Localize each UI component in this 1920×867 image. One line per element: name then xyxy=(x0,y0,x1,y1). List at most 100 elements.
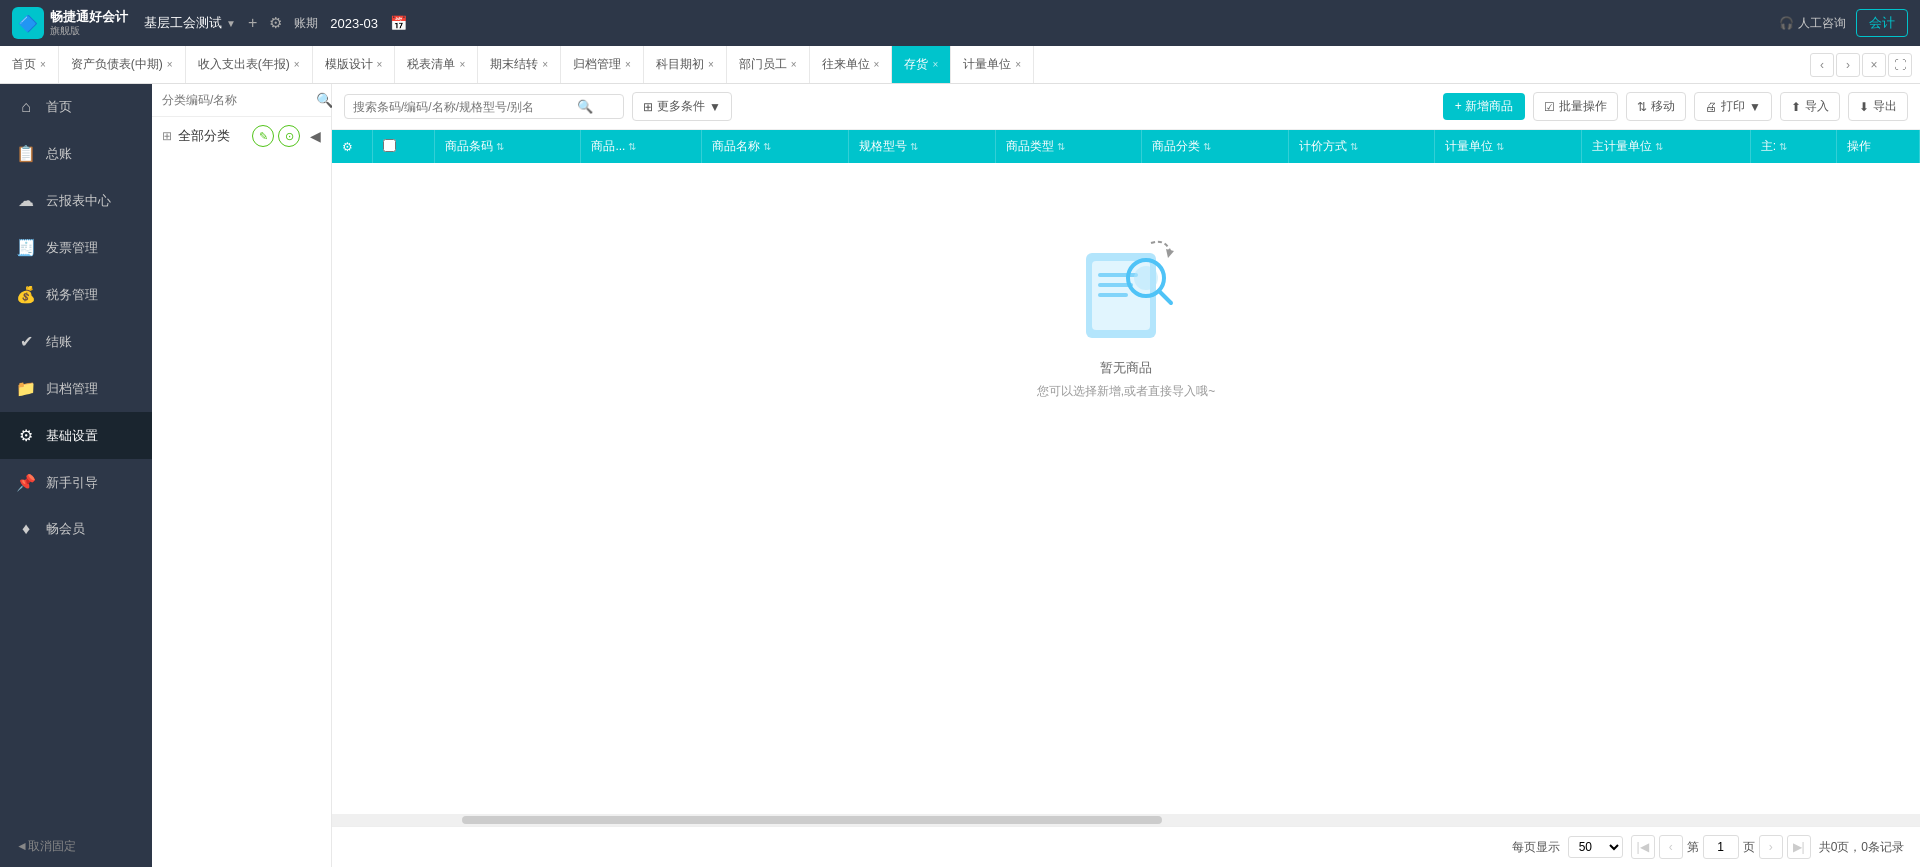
tab-template[interactable]: 模版设计 × xyxy=(313,46,396,83)
export-icon: ⬇ xyxy=(1859,100,1869,114)
page-last-button[interactable]: ▶| xyxy=(1787,835,1811,859)
tab-inventory[interactable]: 存货 × xyxy=(892,46,951,83)
tab-home-close[interactable]: × xyxy=(40,59,46,70)
period-label: 账期 xyxy=(294,15,318,32)
tab-income[interactable]: 收入支出表(年报) × xyxy=(186,46,313,83)
col-name[interactable]: 商品名称⇅ xyxy=(702,130,849,163)
account-button[interactable]: 会计 xyxy=(1856,9,1908,37)
col-main-extra[interactable]: 主:⇅ xyxy=(1750,130,1837,163)
tab-prev-button[interactable]: ‹ xyxy=(1810,53,1834,77)
tab-close-all-button[interactable]: × xyxy=(1862,53,1886,77)
left-panel: 🔍 ⊞ 全部分类 ✎ ⊙ ◀ xyxy=(152,84,332,867)
col-code[interactable]: 商品...⇅ xyxy=(581,130,702,163)
batch-operation-button[interactable]: ☑ 批量操作 xyxy=(1533,92,1618,121)
sidebar-item-guide[interactable]: 📌 新手引导 xyxy=(0,459,152,506)
app-logo: 🔷 xyxy=(12,7,44,39)
category-settings-button[interactable]: ⊙ xyxy=(278,125,300,147)
page-prev-button[interactable]: ‹ xyxy=(1659,835,1683,859)
col-unit[interactable]: 计量单位⇅ xyxy=(1435,130,1582,163)
page-number-input[interactable] xyxy=(1703,835,1739,859)
category-search-icon[interactable]: 🔍 xyxy=(316,92,333,108)
sidebar-item-close[interactable]: ✔ 结账 xyxy=(0,318,152,365)
move-button[interactable]: ⇅ 移动 xyxy=(1626,92,1686,121)
settings-icon[interactable]: ⚙ xyxy=(269,14,282,32)
export-button[interactable]: ⬇ 导出 xyxy=(1848,92,1908,121)
app-subtitle: 旗舰版 xyxy=(50,25,128,37)
tab-income-close[interactable]: × xyxy=(294,59,300,70)
scrollbar-thumb[interactable] xyxy=(462,816,1162,824)
col-barcode[interactable]: 商品条码⇅ xyxy=(434,130,581,163)
right-panel: 🔍 ⊞ 更多条件 ▼ + 新增商品 ☑ 批量操作 ⇅ 移动 xyxy=(332,84,1920,867)
empty-desc: 您可以选择新增,或者直接导入哦~ xyxy=(1037,383,1215,400)
horizontal-scrollbar[interactable] xyxy=(332,814,1920,826)
calendar-icon[interactable]: 📅 xyxy=(390,15,407,31)
svg-marker-8 xyxy=(1166,249,1174,258)
member-icon: ♦ xyxy=(16,520,36,538)
col-checkbox[interactable] xyxy=(372,130,434,163)
main-layout: ⌂ 首页 📋 总账 ☁ 云报表中心 🧾 发票管理 💰 税务管理 ✔ 结账 📁 归… xyxy=(0,84,1920,867)
category-header[interactable]: ⊞ 全部分类 ✎ ⊙ ◀ xyxy=(152,117,331,155)
tab-dept-close[interactable]: × xyxy=(791,59,797,70)
category-search-input[interactable] xyxy=(162,93,312,107)
product-search-input[interactable] xyxy=(353,100,573,114)
company-selector[interactable]: 基层工会测试 ▼ xyxy=(144,14,236,32)
sidebar-item-ledger[interactable]: 📋 总账 xyxy=(0,130,152,177)
tab-expand-button[interactable]: ⛶ xyxy=(1888,53,1912,77)
sort-main-unit-icon: ⇅ xyxy=(1655,141,1663,152)
tab-tax-list[interactable]: 税表清单 × xyxy=(395,46,478,83)
filter-button[interactable]: ⊞ 更多条件 ▼ xyxy=(632,92,732,121)
total-records-label: 共0页，0条记录 xyxy=(1819,839,1904,856)
collapse-panel-button[interactable]: ◀ xyxy=(310,128,321,144)
tab-balance[interactable]: 资产负债表(中期) × xyxy=(59,46,186,83)
sidebar-item-member[interactable]: ♦ 畅会员 xyxy=(0,506,152,552)
col-price-method[interactable]: 计价方式⇅ xyxy=(1288,130,1435,163)
product-search-icon[interactable]: 🔍 xyxy=(577,99,593,114)
per-page-select[interactable]: 50 100 200 xyxy=(1568,836,1623,858)
tab-archive[interactable]: 归档管理 × xyxy=(561,46,644,83)
page-first-button[interactable]: |◀ xyxy=(1631,835,1655,859)
tab-inventory-close[interactable]: × xyxy=(932,59,938,70)
sidebar-item-invoice[interactable]: 🧾 发票管理 xyxy=(0,224,152,271)
col-category[interactable]: 商品分类⇅ xyxy=(1142,130,1289,163)
page-end-label: 页 xyxy=(1743,839,1755,856)
select-all-checkbox[interactable] xyxy=(383,139,396,152)
new-product-button[interactable]: + 新增商品 xyxy=(1443,93,1525,120)
print-icon: 🖨 xyxy=(1705,100,1717,114)
sidebar-item-home[interactable]: ⌂ 首页 xyxy=(0,84,152,130)
sidebar-item-settings[interactable]: ⚙ 基础设置 xyxy=(0,412,152,459)
col-spec[interactable]: 规格型号⇅ xyxy=(849,130,996,163)
tab-period-end-close[interactable]: × xyxy=(542,59,548,70)
sidebar-item-tax[interactable]: 💰 税务管理 xyxy=(0,271,152,318)
page-label: 第 xyxy=(1687,839,1699,856)
tab-unit-close[interactable]: × xyxy=(1015,59,1021,70)
page-next-button[interactable]: › xyxy=(1759,835,1783,859)
tab-balance-close[interactable]: × xyxy=(167,59,173,70)
tab-period-end[interactable]: 期末结转 × xyxy=(478,46,561,83)
logo-area: 🔷 畅捷通好会计 旗舰版 xyxy=(12,7,132,39)
tab-home[interactable]: 首页 × xyxy=(0,46,59,83)
import-button[interactable]: ⬆ 导入 xyxy=(1780,92,1840,121)
add-tab-button[interactable]: + xyxy=(248,14,257,32)
home-icon: ⌂ xyxy=(16,98,36,116)
sidebar-item-reports[interactable]: ☁ 云报表中心 xyxy=(0,177,152,224)
tab-contacts-close[interactable]: × xyxy=(874,59,880,70)
tab-archive-close[interactable]: × xyxy=(625,59,631,70)
invoice-icon: 🧾 xyxy=(16,238,36,257)
print-button[interactable]: 🖨 打印 ▼ xyxy=(1694,92,1772,121)
tab-dept[interactable]: 部门员工 × xyxy=(727,46,810,83)
sidebar-item-archive[interactable]: 📁 归档管理 xyxy=(0,365,152,412)
tab-subject[interactable]: 科目期初 × xyxy=(644,46,727,83)
empty-title: 暂无商品 xyxy=(1100,359,1152,377)
help-button[interactable]: 🎧 人工咨询 xyxy=(1779,15,1846,32)
tab-contacts[interactable]: 往来单位 × xyxy=(810,46,893,83)
tab-next-button[interactable]: › xyxy=(1836,53,1860,77)
col-type[interactable]: 商品类型⇅ xyxy=(995,130,1142,163)
tab-subject-close[interactable]: × xyxy=(708,59,714,70)
category-edit-button[interactable]: ✎ xyxy=(252,125,274,147)
tab-tax-list-close[interactable]: × xyxy=(459,59,465,70)
col-main-unit[interactable]: 主计量单位⇅ xyxy=(1582,130,1751,163)
pin-toggle[interactable]: ◄取消固定 xyxy=(0,826,152,867)
tab-unit[interactable]: 计量单位 × xyxy=(951,46,1034,83)
col-settings[interactable]: ⚙ xyxy=(332,130,372,163)
tab-template-close[interactable]: × xyxy=(377,59,383,70)
